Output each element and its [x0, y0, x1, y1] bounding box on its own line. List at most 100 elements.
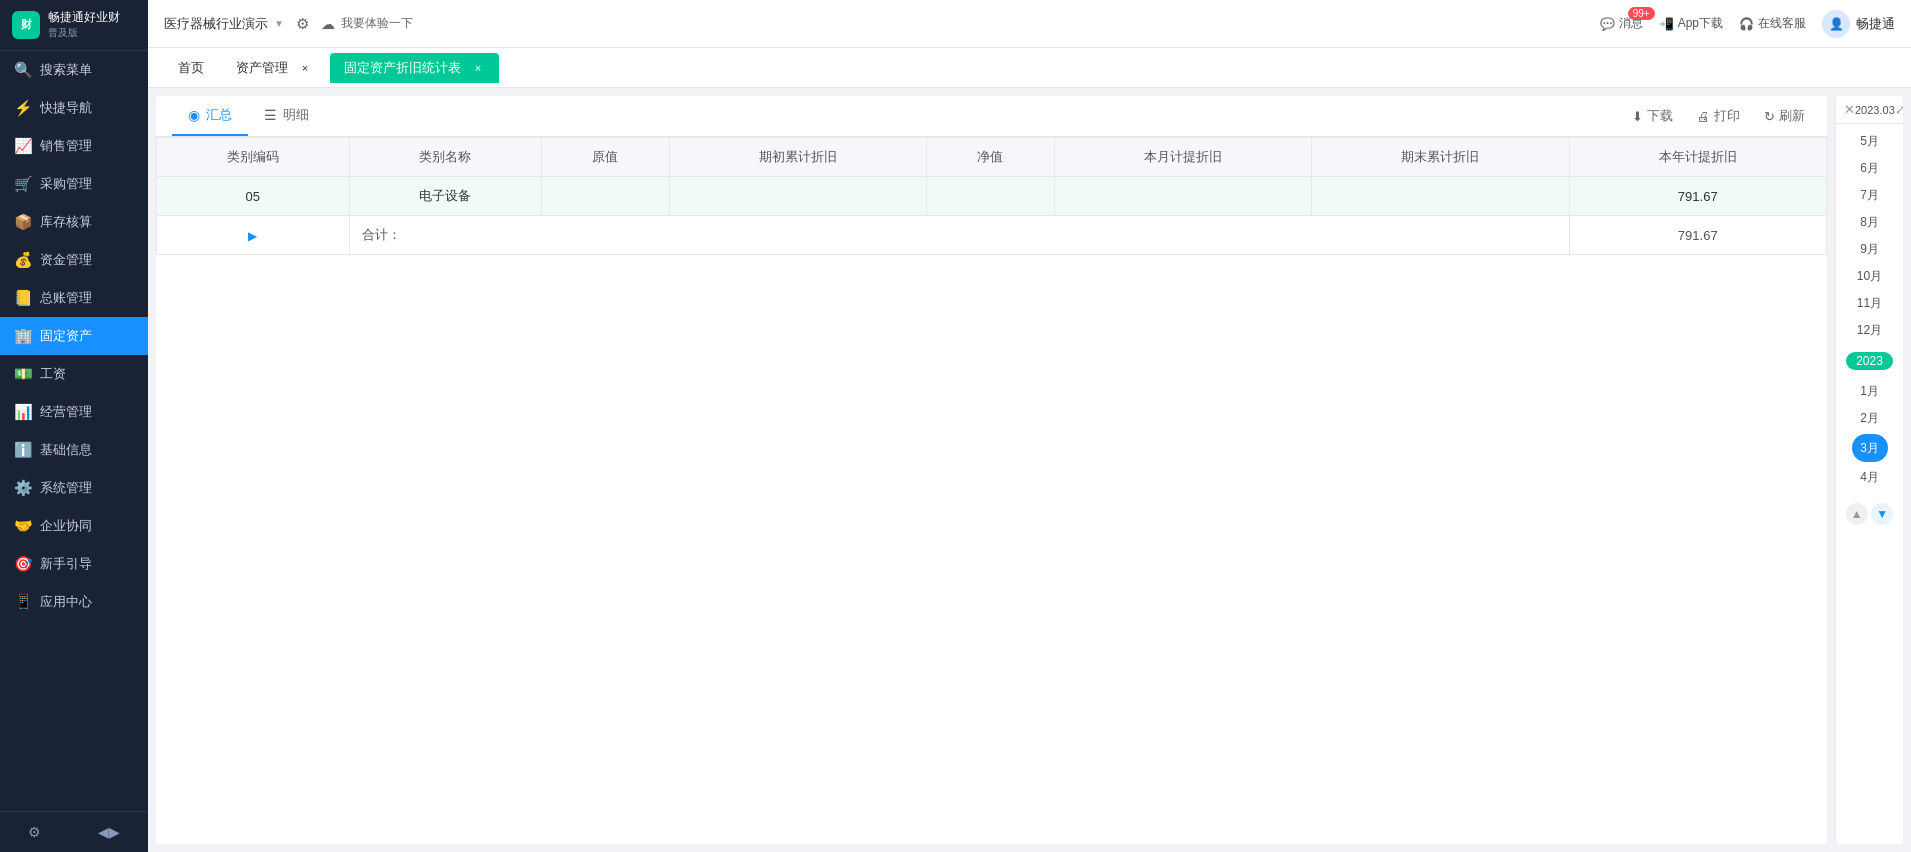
sidebar-item-label: 经营管理 [40, 403, 92, 421]
total-icon: ▶ [248, 229, 257, 243]
refresh-button[interactable]: ↻ 刷新 [1758, 103, 1811, 129]
sidebar-item-label: 固定资产 [40, 327, 92, 345]
date-month-10[interactable]: 10月 [1836, 263, 1903, 290]
date-month-5[interactable]: 5月 [1836, 128, 1903, 155]
date-month-12[interactable]: 12月 [1836, 317, 1903, 344]
sidebar-item-purchase[interactable]: 🛒 采购管理 [0, 165, 148, 203]
sidebar-item-label: 搜索菜单 [40, 61, 92, 79]
purchase-icon: 🛒 [14, 175, 32, 193]
app-label: App下载 [1678, 15, 1723, 32]
download-button[interactable]: ⬇ 下载 [1626, 103, 1679, 129]
table-row: 05 电子设备 791.67 [157, 177, 1827, 216]
cell-annual: 791.67 [1569, 177, 1827, 216]
sidebar-item-basic-info[interactable]: ℹ️ 基础信息 [0, 431, 148, 469]
online-support-button[interactable]: 🎧 在线客服 [1739, 15, 1806, 32]
sidebar-item-system[interactable]: ⚙️ 系统管理 [0, 469, 148, 507]
date-nav-down[interactable]: ▼ [1871, 503, 1893, 525]
date-section-pre2023: 5月 6月 7月 8月 9月 10月 11月 12月 [1836, 124, 1903, 348]
total-annual: 791.67 [1569, 216, 1827, 255]
sales-icon: 📈 [14, 137, 32, 155]
sidebar-item-enterprise[interactable]: 🤝 企业协同 [0, 507, 148, 545]
sidebar-item-label: 总账管理 [40, 289, 92, 307]
logo-icon: 财 [12, 11, 40, 39]
date-month-6[interactable]: 6月 [1836, 155, 1903, 182]
download-label: 下载 [1647, 107, 1673, 125]
message-button[interactable]: 💬 消息 99+ [1600, 15, 1643, 32]
sidebar-item-management[interactable]: 📊 经营管理 [0, 393, 148, 431]
sidebar-item-payroll[interactable]: 💵 工资 [0, 355, 148, 393]
sidebar-item-sales[interactable]: 📈 销售管理 [0, 127, 148, 165]
col-monthly: 本月计提折旧 [1054, 138, 1312, 177]
tab-depreciation-label: 固定资产折旧统计表 [344, 59, 461, 77]
sidebar-item-guide[interactable]: 🎯 新手引导 [0, 545, 148, 583]
download-icon: ⬇ [1632, 109, 1643, 124]
year-2023-badge[interactable]: 2023 [1846, 352, 1893, 370]
subtab-detail-label: 明细 [283, 106, 309, 124]
subtab-summary[interactable]: ◉ 汇总 [172, 96, 248, 136]
experience-button[interactable]: ☁ 我要体验一下 [321, 15, 413, 32]
avatar: 👤 [1822, 10, 1850, 38]
col-name: 类别名称 [349, 138, 542, 177]
col-original: 原值 [542, 138, 670, 177]
main-area: 医疗器械行业演示 ▼ ⚙ ☁ 我要体验一下 💬 消息 99+ 📲 App下载 🎧… [148, 0, 1911, 852]
sidebar-item-quick-nav[interactable]: ⚡ 快捷导航 [0, 89, 148, 127]
sidebar-item-label: 资金管理 [40, 251, 92, 269]
settings-button[interactable]: ⚙ [20, 820, 49, 844]
subtab-detail[interactable]: ☰ 明细 [248, 96, 325, 136]
panel-date-label: 2023.03 [1855, 104, 1895, 116]
date-month-2023-4[interactable]: 4月 [1836, 464, 1903, 491]
tab-depreciation-close[interactable]: × [471, 61, 485, 75]
date-month-11[interactable]: 11月 [1836, 290, 1903, 317]
cell-net-value [927, 177, 1055, 216]
sidebar-item-fixed-assets[interactable]: 🏢 固定资产 [0, 317, 148, 355]
subtab-bar: ◉ 汇总 ☰ 明细 ⬇ 下载 🖨 打印 [156, 96, 1827, 137]
cell-initial-accum [669, 177, 927, 216]
company-dropdown-icon: ▼ [274, 18, 284, 29]
refresh-label: 刷新 [1779, 107, 1805, 125]
settings-gear-button[interactable]: ⚙ [296, 15, 309, 33]
sidebar-item-ledger[interactable]: 📒 总账管理 [0, 279, 148, 317]
date-month-2023-2[interactable]: 2月 [1836, 405, 1903, 432]
tab-asset-mgmt-label: 资产管理 [236, 59, 288, 77]
app-download-button[interactable]: 📲 App下载 [1659, 15, 1723, 32]
tab-depreciation-report[interactable]: 固定资产折旧统计表 × [330, 53, 499, 83]
app-icon: 📲 [1659, 17, 1674, 31]
date-month-7[interactable]: 7月 [1836, 182, 1903, 209]
date-month-2023-1[interactable]: 1月 [1836, 378, 1903, 405]
tab-asset-mgmt[interactable]: 资产管理 × [222, 53, 326, 83]
support-label: 在线客服 [1758, 15, 1806, 32]
sidebar-item-app-center[interactable]: 📱 应用中心 [0, 583, 148, 621]
sidebar-item-inventory[interactable]: 📦 库存核算 [0, 203, 148, 241]
sidebar-item-finance[interactable]: 💰 资金管理 [0, 241, 148, 279]
summary-icon: ◉ [188, 107, 200, 123]
guide-icon: 🎯 [14, 555, 32, 573]
col-annual: 本年计提折旧 [1569, 138, 1827, 177]
sidebar-item-label: 工资 [40, 365, 66, 383]
sidebar-item-search[interactable]: 🔍 搜索菜单 [0, 51, 148, 89]
refresh-icon: ↻ [1764, 109, 1775, 124]
sidebar-item-label: 企业协同 [40, 517, 92, 535]
tab-asset-mgmt-close[interactable]: × [298, 61, 312, 75]
date-month-8[interactable]: 8月 [1836, 209, 1903, 236]
collapse-button[interactable]: ◀▶ [90, 820, 128, 844]
cell-original [542, 177, 670, 216]
sidebar-item-label: 应用中心 [40, 593, 92, 611]
tab-home[interactable]: 首页 [164, 53, 218, 83]
date-scroll[interactable]: 5月 6月 7月 8月 9月 10月 11月 12月 2023 1月 2月 3月 [1836, 124, 1903, 844]
total-label: 合计： [349, 216, 1569, 255]
company-selector[interactable]: 医疗器械行业演示 ▼ [164, 15, 284, 33]
logo-subtitle: 普及版 [48, 26, 120, 40]
date-section-2023: 1月 2月 3月 4月 [1836, 374, 1903, 495]
panel-expand-button[interactable]: ⤢ [1895, 102, 1903, 117]
print-button[interactable]: 🖨 打印 [1691, 103, 1746, 129]
system-icon: ⚙️ [14, 479, 32, 497]
date-month-2023-3-selected[interactable]: 3月 [1852, 434, 1888, 462]
date-month-9[interactable]: 9月 [1836, 236, 1903, 263]
subtab-summary-label: 汇总 [206, 106, 232, 124]
table-container: 类别编码 类别名称 原值 期初累计折旧 净值 本月计提折旧 期末累计折旧 本年计… [156, 137, 1827, 844]
panel-close-button[interactable]: ✕ [1844, 102, 1855, 117]
user-menu[interactable]: 👤 畅捷通 [1822, 10, 1895, 38]
total-row: ▶ 合计： 791.67 [157, 216, 1827, 255]
date-nav-up[interactable]: ▲ [1846, 503, 1868, 525]
content-area: ◉ 汇总 ☰ 明细 ⬇ 下载 🖨 打印 [148, 88, 1911, 852]
